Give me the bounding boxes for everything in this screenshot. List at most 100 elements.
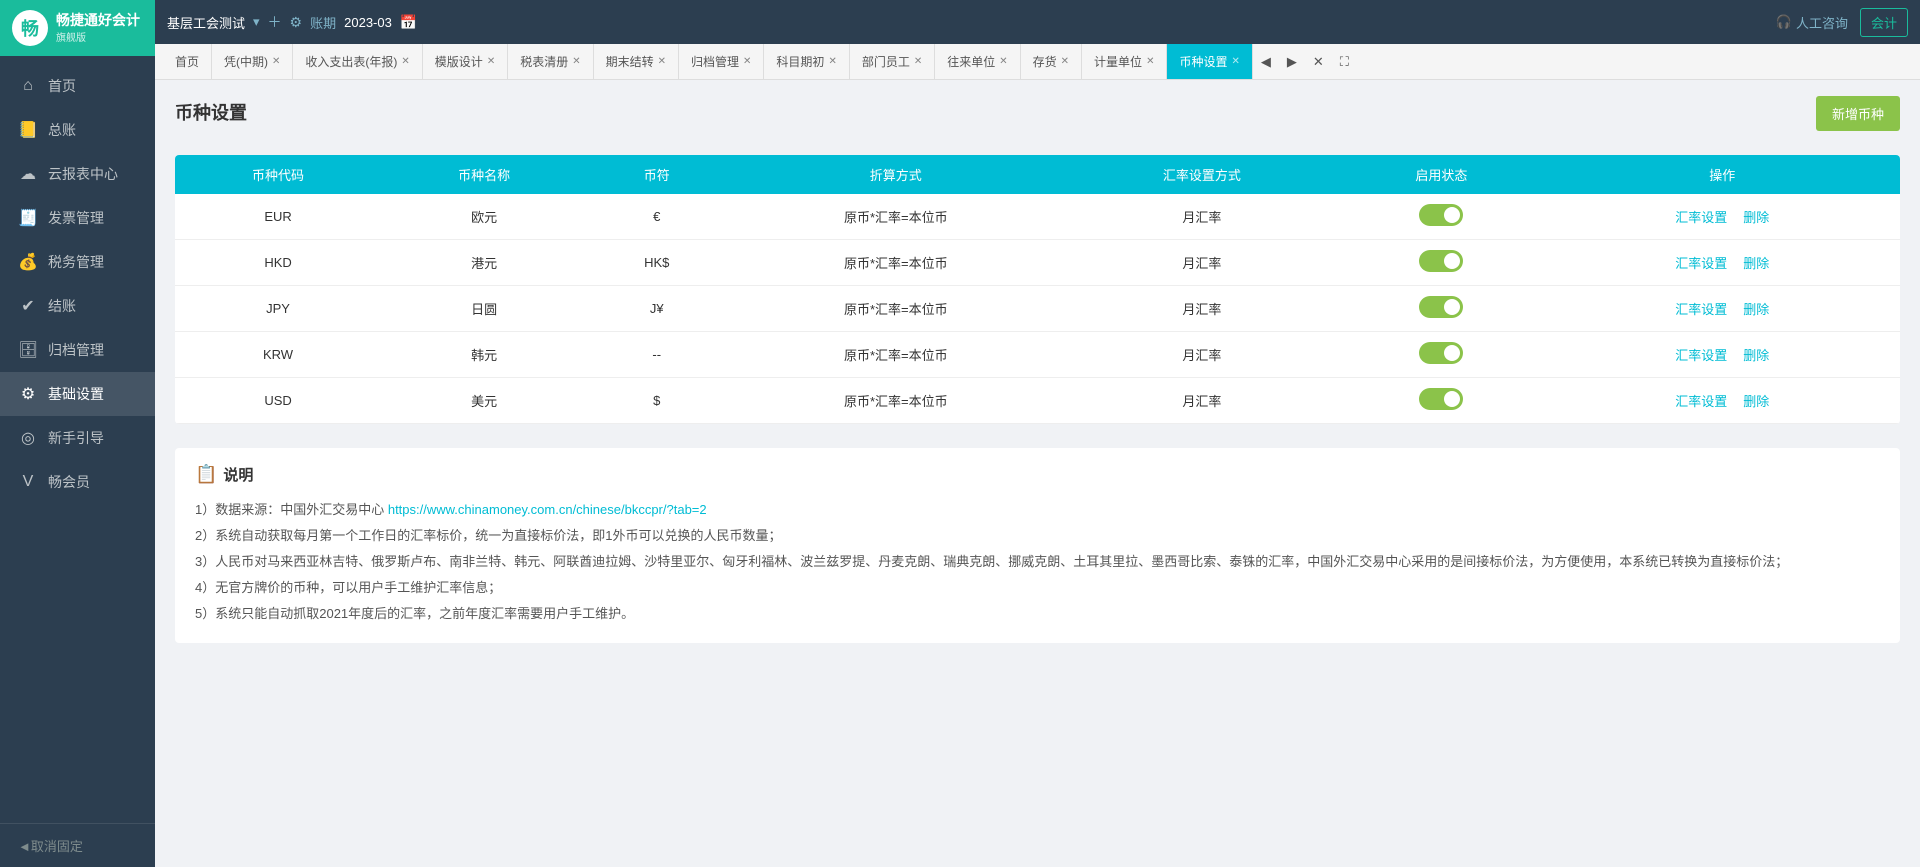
sidebar-item-member[interactable]: V畅会员: [0, 460, 155, 504]
new-currency-button[interactable]: 新增币种: [1816, 96, 1900, 131]
delete-link[interactable]: 删除: [1743, 256, 1769, 271]
table-row: KRW韩元--原币*汇率=本位币月汇率汇率设置删除: [175, 332, 1900, 378]
rate-setting-link[interactable]: 汇率设置: [1675, 302, 1727, 317]
tab-close-icon[interactable]: ✕: [743, 56, 751, 67]
tab-部门员工[interactable]: 部门员工 ✕: [850, 44, 935, 80]
sidebar-item-ledger[interactable]: 📒总账: [0, 108, 155, 152]
tab-凭(中期)[interactable]: 凭(中期) ✕: [212, 44, 293, 80]
tab-收入支出表(年报)[interactable]: 收入支出表(年报) ✕: [293, 44, 422, 80]
tab-label: 往来单位: [947, 53, 995, 70]
table-header-启用状态: 启用状态: [1338, 155, 1544, 194]
cell-actions: 汇率设置 删除: [1544, 332, 1900, 378]
nav-icon-tax: 💰: [18, 252, 38, 272]
tab-close-icon[interactable]: ✕: [999, 56, 1007, 67]
tab-close-all-btn[interactable]: ✕: [1305, 48, 1332, 76]
cell-toggle: [1338, 240, 1544, 286]
tab-close-icon[interactable]: ✕: [658, 56, 666, 67]
account-button[interactable]: 会计: [1860, 8, 1908, 37]
table-header-操作: 操作: [1544, 155, 1900, 194]
tab-归档管理[interactable]: 归档管理 ✕: [679, 44, 764, 80]
nav-label-home: 首页: [48, 76, 76, 96]
delete-link[interactable]: 删除: [1743, 302, 1769, 317]
tab-期末结转[interactable]: 期末结转 ✕: [594, 44, 679, 80]
sidebar-item-tax[interactable]: 💰税务管理: [0, 240, 155, 284]
tab-expand-btn[interactable]: ⛶: [1332, 48, 1357, 76]
sidebar-item-archive[interactable]: 🗄归档管理: [0, 328, 155, 372]
nav-label-ledger: 总账: [48, 120, 76, 140]
cell-name: 美元: [381, 378, 587, 424]
calendar-icon[interactable]: 📅: [400, 14, 417, 31]
nav-label-settlement: 结账: [48, 296, 76, 316]
cell-actions: 汇率设置 删除: [1544, 378, 1900, 424]
tab-模版设计[interactable]: 模版设计 ✕: [423, 44, 508, 80]
add-icon[interactable]: ＋: [268, 12, 282, 32]
tab-close-icon[interactable]: ✕: [914, 56, 922, 67]
sidebar-footer[interactable]: ◄取消固定: [0, 823, 155, 867]
tab-close-icon[interactable]: ✕: [1231, 56, 1239, 67]
sidebar-item-settlement[interactable]: ✔结账: [0, 284, 155, 328]
tab-币种设置[interactable]: 币种设置 ✕: [1167, 44, 1252, 80]
sidebar-item-guide[interactable]: ◎新手引导: [0, 416, 155, 460]
tab-存货[interactable]: 存货 ✕: [1021, 44, 1082, 80]
note-item-4: 4）无官方牌价的币种，可以用户手工维护汇率信息；: [195, 575, 1880, 601]
tab-往来单位[interactable]: 往来单位 ✕: [935, 44, 1020, 80]
dropdown-icon[interactable]: ▾: [253, 14, 260, 30]
tab-close-icon[interactable]: ✕: [1061, 56, 1069, 67]
tab-计量单位[interactable]: 计量单位 ✕: [1082, 44, 1167, 80]
rate-setting-link[interactable]: 汇率设置: [1675, 348, 1727, 363]
tab-label: 计量单位: [1094, 53, 1142, 70]
tab-close-icon[interactable]: ✕: [401, 56, 409, 67]
tab-close-icon[interactable]: ✕: [1146, 56, 1154, 67]
tab-科目期初[interactable]: 科目期初 ✕: [764, 44, 849, 80]
table-header-币种代码: 币种代码: [175, 155, 381, 194]
cell-conversion: 原币*汇率=本位币: [726, 332, 1065, 378]
cell-actions: 汇率设置 删除: [1544, 286, 1900, 332]
top-header: 基层工会测试 ▾ ＋ ⚙ 账期 2023-03 📅 🎧 人工咨询 会计: [155, 0, 1920, 44]
notes-content: 1）数据来源：中国外汇交易中心 https://www.chinamoney.c…: [195, 497, 1880, 627]
toggle-switch[interactable]: [1419, 204, 1463, 226]
period-value: 2023-03: [344, 15, 392, 30]
tab-prev-btn[interactable]: ◀: [1253, 48, 1279, 76]
logo-sub: 旗舰版: [56, 29, 140, 44]
notes-section: 📋 说明 1）数据来源：中国外汇交易中心 https://www.chinamo…: [175, 448, 1900, 643]
help-button[interactable]: 🎧 人工咨询: [1776, 13, 1848, 32]
note-item-5: 5）系统只能自动抓取2021年度后的汇率，之前年度汇率需要用户手工维护。: [195, 601, 1880, 627]
tab-税表清册[interactable]: 税表清册 ✕: [508, 44, 593, 80]
table-header-汇率设置方式: 汇率设置方式: [1065, 155, 1338, 194]
tab-label: 部门员工: [862, 53, 910, 70]
tab-close-icon[interactable]: ✕: [487, 56, 495, 67]
toggle-switch[interactable]: [1419, 296, 1463, 318]
content-area: 币种设置 新增币种 币种代码币种名称币符折算方式汇率设置方式启用状态操作 EUR…: [155, 80, 1920, 867]
toggle-switch[interactable]: [1419, 250, 1463, 272]
period-label: 账期: [310, 13, 336, 32]
rate-setting-link[interactable]: 汇率设置: [1675, 210, 1727, 225]
delete-link[interactable]: 删除: [1743, 348, 1769, 363]
toggle-switch[interactable]: [1419, 342, 1463, 364]
delete-link[interactable]: 删除: [1743, 210, 1769, 225]
cell-rate-type: 月汇率: [1065, 240, 1338, 286]
nav-label-basic: 基础设置: [48, 384, 104, 404]
tab-首页[interactable]: 首页: [163, 44, 212, 80]
delete-link[interactable]: 删除: [1743, 394, 1769, 409]
nav-label-reports: 云报表中心: [48, 164, 118, 184]
tab-next-btn[interactable]: ▶: [1279, 48, 1305, 76]
tab-label: 币种设置: [1179, 53, 1227, 70]
rate-setting-link[interactable]: 汇率设置: [1675, 394, 1727, 409]
sidebar: 畅 畅捷通好会计 旗舰版 ⌂首页📒总账☁云报表中心🧾发票管理💰税务管理✔结账🗄归…: [0, 0, 155, 867]
settings-icon[interactable]: ⚙: [290, 14, 303, 31]
cell-code: EUR: [175, 194, 381, 240]
data-source-link[interactable]: https://www.chinamoney.com.cn/chinese/bk…: [388, 502, 707, 517]
tab-close-icon[interactable]: ✕: [828, 56, 836, 67]
sidebar-item-home[interactable]: ⌂首页: [0, 64, 155, 108]
sidebar-footer-label: ◄取消固定: [18, 836, 83, 855]
tab-close-icon[interactable]: ✕: [272, 56, 280, 67]
cell-symbol: J¥: [587, 286, 726, 332]
rate-setting-link[interactable]: 汇率设置: [1675, 256, 1727, 271]
sidebar-item-basic[interactable]: ⚙基础设置: [0, 372, 155, 416]
toggle-switch[interactable]: [1419, 388, 1463, 410]
note-item-2: 2）系统自动获取每月第一个工作日的汇率标价，统一为直接标价法，即1外币可以兑换的…: [195, 523, 1880, 549]
sidebar-item-reports[interactable]: ☁云报表中心: [0, 152, 155, 196]
tab-close-icon[interactable]: ✕: [572, 56, 580, 67]
cell-rate-type: 月汇率: [1065, 378, 1338, 424]
sidebar-item-invoice[interactable]: 🧾发票管理: [0, 196, 155, 240]
